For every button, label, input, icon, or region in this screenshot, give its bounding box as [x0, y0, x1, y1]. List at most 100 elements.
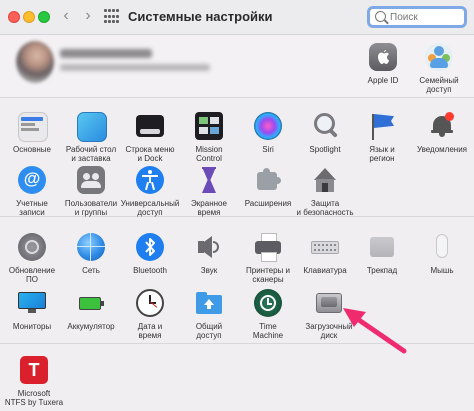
pref-accessibility[interactable]: Универсальный доступ	[119, 164, 181, 217]
apple-id-icon	[367, 41, 399, 73]
user-avatar[interactable]	[16, 41, 54, 83]
blurred-user-subtitle	[60, 64, 210, 71]
battery-icon	[75, 287, 107, 319]
pref-time-machine[interactable]: Time Machine	[237, 287, 299, 340]
blurred-user-name	[60, 49, 152, 58]
pref-label: Siri	[262, 145, 274, 154]
pref-label: Spotlight	[309, 145, 341, 154]
pref-extensions[interactable]: Расширения	[237, 164, 299, 208]
pref-label: Принтеры и сканеры	[246, 266, 290, 284]
pref-spotlight[interactable]: Spotlight	[294, 110, 356, 154]
account-header: Apple ID Семейный доступ	[0, 35, 474, 98]
pref-label: Microsoft NTFS by Tuxera	[4, 389, 64, 407]
internet-accounts-icon: @	[16, 164, 48, 196]
hardware-preferences-section: Обновление ПО Сеть Bluetooth Звук Принте…	[0, 217, 474, 344]
printer-icon	[252, 231, 284, 263]
pref-software-update[interactable]: Обновление ПО	[1, 231, 63, 284]
dock-menubar-icon	[134, 110, 166, 142]
notifications-icon	[426, 110, 458, 142]
sharing-icon	[193, 287, 225, 319]
pref-mission-control[interactable]: Mission Control	[178, 110, 240, 163]
minimize-window-button[interactable]	[23, 11, 35, 23]
window-title: Системные настройки	[128, 9, 273, 24]
pref-desktop-screensaver[interactable]: Рабочий стол и заставка	[60, 110, 122, 163]
pref-tuxera-ntfs[interactable]: T Microsoft NTFS by Tuxera	[1, 354, 67, 407]
chevron-right-icon: ›	[85, 7, 91, 24]
chevron-left-icon: ‹	[63, 7, 69, 24]
trackpad-icon	[366, 231, 398, 263]
pref-general[interactable]: Основные	[1, 110, 63, 154]
close-window-button[interactable]	[8, 11, 20, 23]
personal-preferences-section: Основные Рабочий стол и заставка Строка …	[0, 98, 474, 226]
language-region-icon	[366, 110, 398, 142]
pref-label: Мониторы	[12, 322, 52, 331]
pref-label: Обновление ПО	[8, 266, 56, 284]
sound-icon	[193, 231, 225, 263]
search-field[interactable]	[367, 6, 467, 28]
pref-trackpad[interactable]: Трекпад	[351, 231, 413, 275]
date-time-icon	[134, 287, 166, 319]
title-bar: ‹ › Системные настройки	[0, 0, 474, 35]
pref-battery[interactable]: Аккумулятор	[60, 287, 122, 331]
pref-keyboard[interactable]: Клавиатура	[294, 231, 356, 275]
pref-notifications[interactable]: Уведомления	[411, 110, 473, 154]
pref-language-region[interactable]: Язык и регион	[351, 110, 413, 163]
pref-label: Мышь	[430, 266, 454, 275]
pref-label: Трекпад	[366, 266, 398, 275]
pref-siri[interactable]: Siri	[237, 110, 299, 154]
tuxera-ntfs-icon: T	[18, 354, 50, 386]
pref-dock-menubar[interactable]: Строка меню и Dock	[119, 110, 181, 163]
search-icon	[375, 11, 386, 22]
third-party-preferences-section: T Microsoft NTFS by Tuxera	[0, 344, 474, 411]
back-button[interactable]: ‹	[56, 6, 76, 26]
spotlight-icon	[309, 110, 341, 142]
search-input[interactable]	[390, 9, 462, 25]
pref-apple-id[interactable]: Apple ID	[352, 41, 414, 85]
network-icon	[75, 231, 107, 263]
pref-network[interactable]: Сеть	[60, 231, 122, 275]
pref-label: Time Machine	[252, 322, 284, 340]
pref-bluetooth[interactable]: Bluetooth	[119, 231, 181, 275]
family-sharing-icon	[423, 41, 455, 73]
pref-label: Аккумулятор	[67, 322, 115, 331]
show-all-grid-button[interactable]	[104, 9, 120, 25]
bluetooth-icon	[134, 231, 166, 263]
pref-label: Общий доступ	[195, 322, 223, 340]
pref-label: Клавиатура	[303, 266, 347, 275]
pref-printers-scanners[interactable]: Принтеры и сканеры	[237, 231, 299, 284]
pref-screen-time[interactable]: Экранное время	[178, 164, 240, 217]
pref-label: Звук	[200, 266, 218, 275]
pref-label: Уведомления	[416, 145, 468, 154]
pref-date-time[interactable]: Дата и время	[119, 287, 181, 340]
siri-icon	[252, 110, 284, 142]
extensions-icon	[252, 164, 284, 196]
pref-label: Строка меню и Dock	[125, 145, 175, 163]
accessibility-icon	[134, 164, 166, 196]
pref-label: Расширения	[244, 199, 292, 208]
keyboard-icon	[309, 231, 341, 263]
displays-icon	[16, 287, 48, 319]
pref-sound[interactable]: Звук	[178, 231, 240, 275]
pref-security-privacy[interactable]: Защита и безопасность	[294, 164, 356, 217]
time-machine-icon	[252, 287, 284, 319]
pref-label: Mission Control	[195, 145, 223, 163]
pref-label: Основные	[13, 145, 51, 154]
pref-label: Apple ID	[367, 76, 399, 85]
pref-displays[interactable]: Мониторы	[1, 287, 63, 331]
security-icon	[309, 164, 341, 196]
general-icon	[16, 110, 48, 142]
pref-mouse[interactable]: Мышь	[411, 231, 473, 275]
pref-label: Рабочий стол и заставка	[65, 145, 117, 163]
software-update-icon	[16, 231, 48, 263]
startup-disk-icon	[313, 287, 345, 319]
pref-startup-disk[interactable]: Загрузочный диск	[298, 287, 360, 340]
pref-label: Загрузочный диск	[305, 322, 353, 340]
pref-label: Универсальный доступ	[120, 199, 180, 217]
mouse-icon	[426, 231, 458, 263]
pref-users-groups[interactable]: Пользователи и группы	[60, 164, 122, 217]
pref-family-sharing[interactable]: Семейный доступ	[408, 41, 470, 94]
zoom-window-button[interactable]	[38, 11, 50, 23]
system-preferences-window: ‹ › Системные настройки Apple ID	[0, 0, 474, 411]
pref-sharing[interactable]: Общий доступ	[178, 287, 240, 340]
forward-button[interactable]: ›	[78, 6, 98, 26]
